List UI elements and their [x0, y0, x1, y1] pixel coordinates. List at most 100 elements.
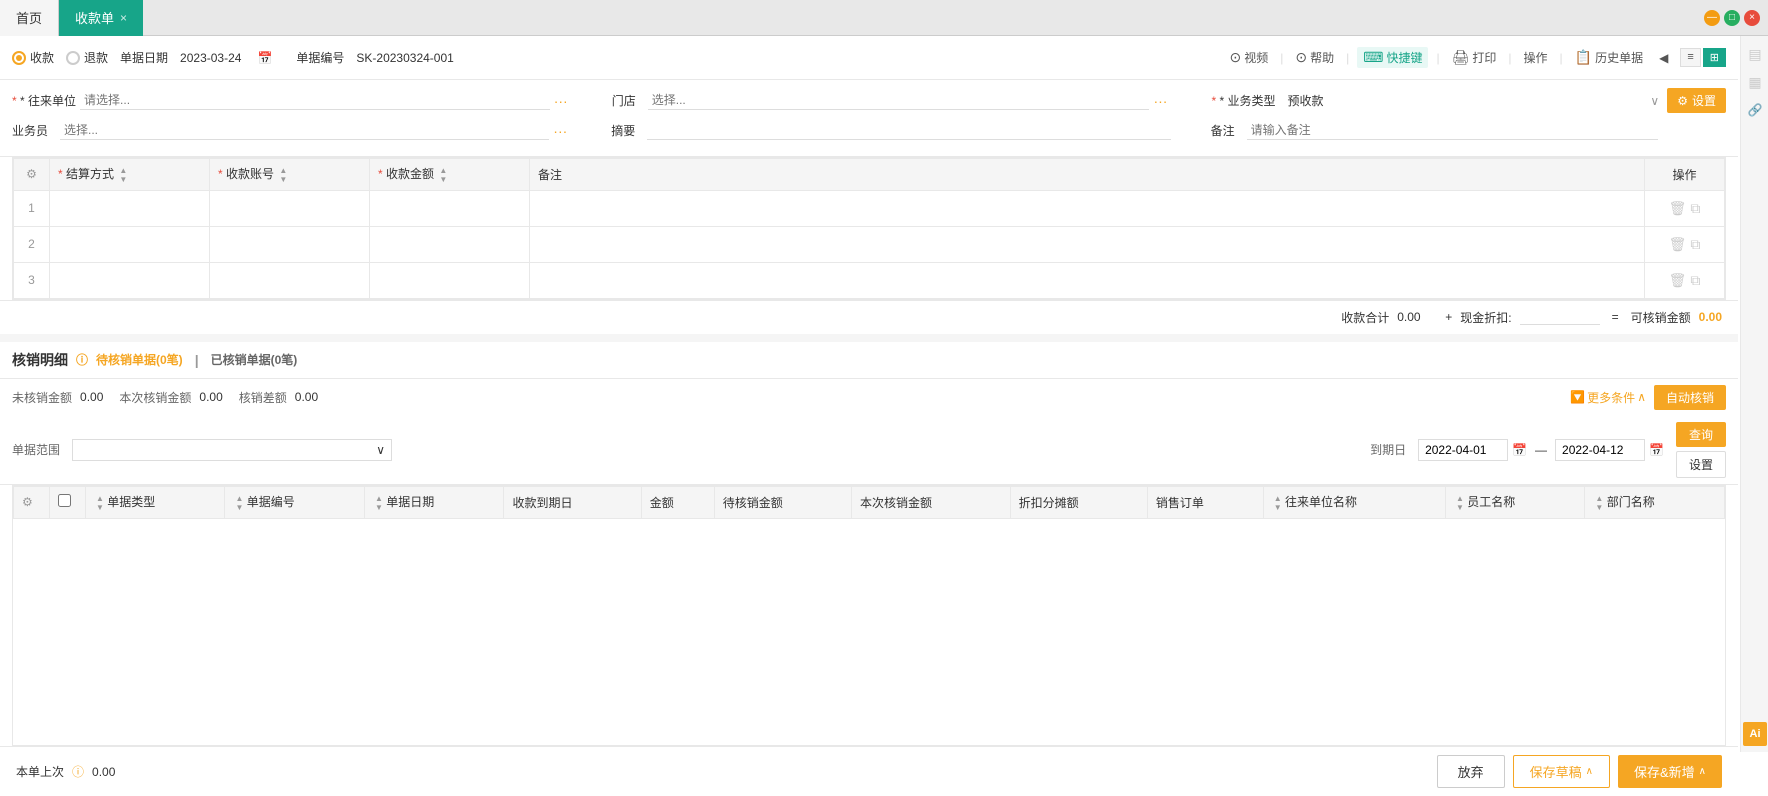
close-button[interactable]: ×	[1744, 10, 1760, 26]
more-conditions-button[interactable]: 🔽 更多条件 ∧	[1570, 389, 1646, 406]
store-input[interactable]	[648, 91, 1150, 110]
row2-account[interactable]	[210, 226, 370, 262]
row3-delete-icon[interactable]: 🗑	[1669, 272, 1687, 289]
pending-tab[interactable]: 待核销单据(0笔)	[96, 351, 183, 368]
row1-copy-icon[interactable]: ⧉	[1690, 200, 1700, 217]
col-employee: ▲▼ 员工名称	[1445, 486, 1584, 518]
radio-receipt-label: 收款	[30, 49, 54, 66]
layout-grid-button[interactable]: ⊞	[1703, 48, 1726, 67]
row1-remark[interactable]	[530, 190, 1645, 226]
help-button[interactable]: ⊙ 帮助	[1291, 47, 1338, 68]
maximize-button[interactable]: □	[1724, 10, 1740, 26]
col-dept: ▲▼ 部门名称	[1585, 486, 1725, 518]
operation-button[interactable]: 操作	[1520, 47, 1552, 68]
form-row-2: 业务员 ··· 摘要 备注	[12, 121, 1726, 140]
row3-remark[interactable]	[530, 262, 1645, 298]
counterparty-input[interactable]	[80, 91, 550, 110]
help-icon: ⊙	[1295, 49, 1307, 66]
completed-tab[interactable]: 已核销单据(0笔)	[211, 351, 298, 368]
remark-input[interactable]	[1247, 121, 1658, 140]
history-button[interactable]: 📋 历史单据	[1571, 47, 1647, 68]
save-new-button[interactable]: 保存&新增 ∧	[1618, 755, 1722, 788]
range-label: 单据范围	[12, 441, 60, 458]
row2-settlement[interactable]	[50, 226, 210, 262]
row3-settlement[interactable]	[50, 262, 210, 298]
counterparty-more-icon[interactable]: ···	[550, 93, 572, 109]
remark-field: 备注	[1211, 121, 1658, 140]
date-start-input[interactable]	[1418, 439, 1508, 461]
summary-input[interactable]	[647, 121, 1170, 140]
save-draft-button[interactable]: 保存草稿 ∧	[1513, 755, 1610, 788]
tab-home-label: 首页	[16, 8, 42, 27]
row3-copy-icon[interactable]: ⧉	[1690, 272, 1700, 289]
footer: 本单上次 ⓘ 0.00 放弃 保存草稿 ∧ 保存&新增 ∧	[0, 746, 1738, 796]
layout-list-button[interactable]: ≡	[1680, 48, 1700, 67]
radio-receipt[interactable]: 收款	[12, 49, 54, 66]
store-more-icon[interactable]: ···	[1149, 93, 1171, 109]
date-label: 单据日期	[120, 49, 168, 66]
diff-stat: 核销差额 0.00	[239, 389, 318, 406]
summary-label: 摘要	[611, 122, 635, 139]
settings-button[interactable]: ⚙ 设置	[1667, 88, 1726, 113]
counterparty-field: * * 往来单位 ···	[12, 91, 572, 110]
radio-refund[interactable]: 退款	[66, 49, 108, 66]
abandon-button[interactable]: 放弃	[1437, 755, 1505, 788]
row1-amount[interactable]	[370, 190, 530, 226]
row3-account[interactable]	[210, 262, 370, 298]
sidebar-table-icon[interactable]: ▤	[1743, 42, 1767, 66]
business-type-arrow[interactable]: ∨	[1650, 94, 1659, 108]
shortcut-button[interactable]: ⌨ 快捷键	[1357, 47, 1428, 68]
sidebar-link-icon[interactable]: 🔗	[1743, 98, 1767, 122]
ver-settings-button[interactable]: 设置	[1676, 451, 1726, 478]
verification-title: 核销明细 ⓘ 待核销单据(0笔) | 已核销单据(0笔)	[12, 350, 1726, 370]
select-all-checkbox[interactable]	[58, 494, 71, 507]
date-value: 2023-03-24	[180, 51, 241, 65]
tab-close-icon[interactable]: ×	[120, 11, 127, 25]
row1-settlement[interactable]	[50, 190, 210, 226]
date-picker-start-icon[interactable]: 📅	[1512, 443, 1527, 457]
salesman-more-icon[interactable]: ···	[549, 123, 571, 139]
row2-copy-icon[interactable]: ⧉	[1690, 236, 1700, 253]
discount-input[interactable]	[1520, 310, 1600, 325]
sidebar-chart-icon[interactable]: ▦	[1743, 70, 1767, 94]
nav-prev-button[interactable]: ◀	[1655, 49, 1672, 67]
date-picker-icon[interactable]: 📅	[257, 51, 272, 65]
minimize-button[interactable]: —	[1704, 10, 1720, 26]
row1-delete-icon[interactable]: 🗑	[1669, 200, 1687, 217]
col-due-date: 收款到期日	[504, 486, 641, 518]
date-end-input[interactable]	[1555, 439, 1645, 461]
number-value: SK-20230324-001	[356, 51, 453, 65]
row1-account[interactable]	[210, 190, 370, 226]
col-settlement: * 结算方式 ▲▼	[50, 159, 210, 191]
table-settings-icon[interactable]: ⚙	[26, 167, 37, 181]
divider3: |	[1436, 51, 1439, 65]
tab-receipt[interactable]: 收款单 ×	[59, 0, 143, 36]
query-button[interactable]: 查询	[1676, 422, 1726, 447]
range-select[interactable]: ∨	[72, 439, 392, 461]
range-select-arrow: ∨	[376, 443, 385, 457]
row2-delete-icon[interactable]: 🗑	[1669, 236, 1687, 253]
salesman-input[interactable]	[60, 121, 549, 140]
unchecked-stat: 未核销金额 0.00	[12, 389, 103, 406]
col-doc-number: ▲▼ 单据编号	[225, 486, 364, 518]
verification-header: 核销明细 ⓘ 待核销单据(0笔) | 已核销单据(0笔)	[0, 342, 1738, 379]
date-picker-end-icon[interactable]: 📅	[1649, 443, 1664, 457]
salesman-label: 业务员	[12, 122, 48, 139]
auto-verify-button[interactable]: 自动核销	[1654, 385, 1726, 410]
available-value: 0.00	[1699, 310, 1722, 324]
video-button[interactable]: ⊙ 视频	[1226, 47, 1273, 68]
row2-remark[interactable]	[530, 226, 1645, 262]
bottom-table-settings-icon[interactable]: ⚙	[22, 495, 33, 509]
tab-separator: |	[195, 352, 199, 368]
print-button[interactable]: 🖨 打印	[1448, 47, 1501, 68]
discount-label: 现金折扣:	[1460, 309, 1511, 326]
slip-info-icon[interactable]: ⓘ	[72, 763, 84, 780]
bottom-table: ⚙ ▲▼ 单据类型 ▲▼ 单据编号	[13, 486, 1725, 519]
row3-amount[interactable]	[370, 262, 530, 298]
verification-info-icon[interactable]: ⓘ	[76, 351, 88, 368]
window-controls: — □ ×	[1704, 10, 1768, 26]
row2-amount[interactable]	[370, 226, 530, 262]
divider4: |	[1508, 51, 1511, 65]
tab-home[interactable]: 首页	[0, 0, 59, 36]
sidebar-ai-icon[interactable]: Ai	[1743, 722, 1767, 746]
